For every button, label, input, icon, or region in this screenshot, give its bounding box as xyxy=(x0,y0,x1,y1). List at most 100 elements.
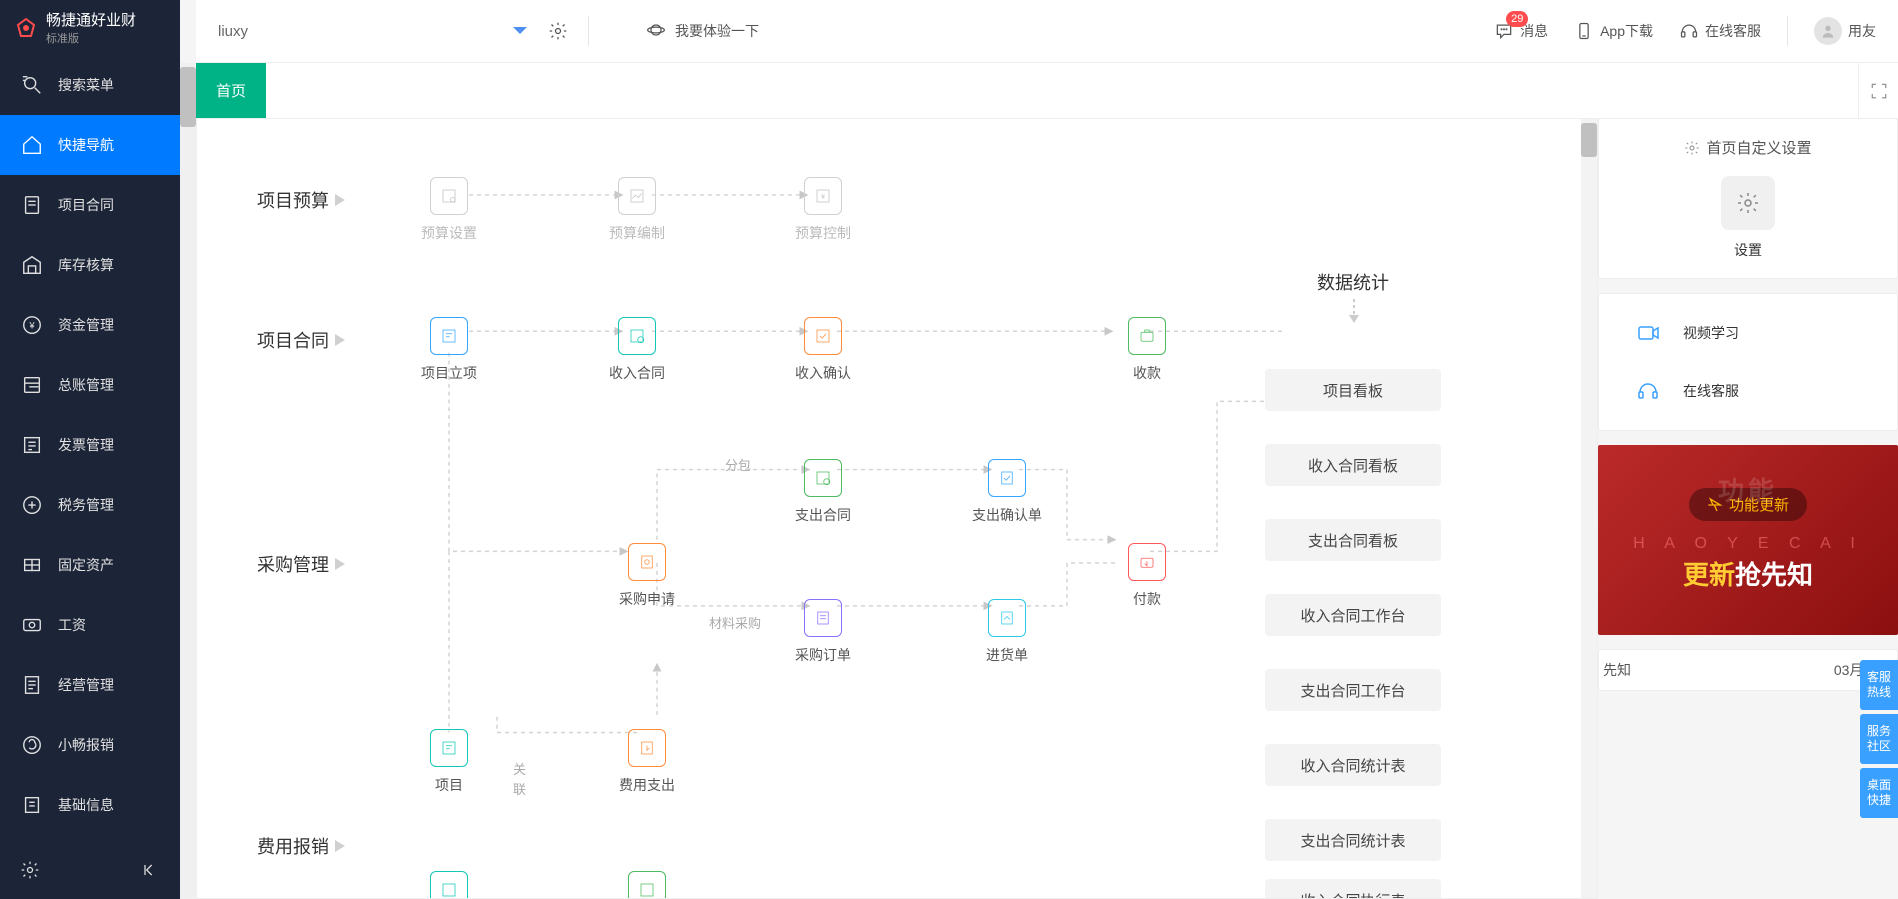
link-video-learning[interactable]: 视频学习 xyxy=(1629,304,1867,362)
link-label: 在线客服 xyxy=(1683,381,1739,401)
biz-icon xyxy=(20,673,44,697)
stat-btn-label: 项目看板 xyxy=(1323,380,1383,401)
settings-label: 设置 xyxy=(1734,240,1762,260)
sidebar-item-fixed-asset[interactable]: 固定资产 xyxy=(0,535,180,595)
download-app-button[interactable]: App下载 xyxy=(1574,21,1653,41)
news-row[interactable]: 先知 03月06日 xyxy=(1598,649,1898,691)
stat-btn-income-contract-board[interactable]: 收入合同看板 xyxy=(1265,444,1441,486)
sidebar-scrollbar[interactable] xyxy=(180,63,196,899)
flow-node-label: 预算设置 xyxy=(421,223,477,243)
triangle-icon xyxy=(335,194,345,206)
stat-btn-income-contract-exec[interactable]: 收入合同执行表 xyxy=(1265,879,1441,898)
sidetag-community[interactable]: 服务社区 xyxy=(1860,714,1898,764)
stat-btn-income-contract-workbench[interactable]: 收入合同工作台 xyxy=(1265,594,1441,636)
flow-node-budget-ctrl[interactable]: ¥预算控制 xyxy=(773,177,873,243)
main-scrollbar[interactable] xyxy=(1581,119,1597,898)
ledger-icon xyxy=(20,373,44,397)
tabs-bar: 首页 xyxy=(196,63,1898,118)
settings-button[interactable] xyxy=(548,21,568,41)
link-online-service[interactable]: 在线客服 xyxy=(1629,362,1867,420)
sidebar-item-tax[interactable]: 税务管理 xyxy=(0,475,180,535)
brand: 畅捷通好业财 标准版 xyxy=(0,0,180,55)
flow-node-purchase-order[interactable]: 采购订单 xyxy=(773,599,873,665)
online-service-label: 在线客服 xyxy=(1705,21,1761,41)
flow-node-purchase-req[interactable]: 采购申请 xyxy=(597,543,697,609)
side-tags: 客服热线 服务社区 桌面快捷 xyxy=(1860,660,1898,818)
flow-node-income-confirm[interactable]: 收入确认 xyxy=(773,317,873,383)
sidebar-item-project-contract[interactable]: 项目合同 xyxy=(0,175,180,235)
search-icon xyxy=(20,73,44,97)
flow-node-budget-set[interactable]: 预算设置 xyxy=(399,177,499,243)
flow-node-project[interactable]: 项目 xyxy=(399,729,499,795)
flow-node-label: 付款 xyxy=(1133,589,1161,609)
user-name: 用友 xyxy=(1848,21,1876,41)
stat-btn-expense-contract-stats[interactable]: 支出合同统计表 xyxy=(1265,819,1441,861)
stat-btn-income-contract-stats[interactable]: 收入合同统计表 xyxy=(1265,744,1441,786)
sidebar-item-operation[interactable]: 经营管理 xyxy=(0,655,180,715)
promo-banner[interactable]: 功能 功能更新 H A O Y E C A I 更新抢先知 xyxy=(1598,445,1898,635)
section-contract-label: 项目合同 xyxy=(257,327,329,353)
flow-node-collect[interactable]: 收款 xyxy=(1097,317,1197,383)
flow-node-partial-2[interactable] xyxy=(597,871,697,898)
sidebar-item-invoice[interactable]: 发票管理 xyxy=(0,415,180,475)
sidebar-item-reimburse[interactable]: 小畅报销 xyxy=(0,715,180,775)
home-icon xyxy=(20,133,44,157)
triangle-icon xyxy=(335,840,345,852)
flow-node-pay[interactable]: 付款 xyxy=(1097,543,1197,609)
sidetag-hotline[interactable]: 客服热线 xyxy=(1860,660,1898,710)
divider xyxy=(1787,16,1788,46)
sidebar-item-label: 库存核算 xyxy=(58,255,114,275)
flow-node-label: 采购申请 xyxy=(619,589,675,609)
flow-node-label: 进货单 xyxy=(986,645,1028,665)
flow-node-budget-make[interactable]: 预算编制 xyxy=(587,177,687,243)
user-menu[interactable]: 用友 xyxy=(1814,17,1876,45)
flow-node-exp-confirm[interactable]: 支出确认单 xyxy=(957,459,1057,525)
stats-title: 数据统计 xyxy=(1317,269,1389,295)
settings-icon[interactable] xyxy=(20,860,40,883)
flow-node-income-contract[interactable]: 收入合同 xyxy=(587,317,687,383)
flow-node-proj-start[interactable]: 项目立项 xyxy=(399,317,499,383)
flow-node-expense-out[interactable]: 费用支出 xyxy=(597,729,697,795)
org-selector[interactable]: liuxy xyxy=(218,23,548,40)
stat-btn-label: 支出合同工作台 xyxy=(1300,680,1405,701)
flow-node-partial-1[interactable] xyxy=(399,871,499,898)
svg-text:¥: ¥ xyxy=(821,193,825,200)
sidebar-item-quick-nav[interactable]: 快捷导航 xyxy=(0,115,180,175)
try-demo-button[interactable]: 我要体验一下 xyxy=(645,20,759,43)
collapse-icon[interactable] xyxy=(140,860,160,883)
sidebar-item-label: 资金管理 xyxy=(58,315,114,335)
org-name: liuxy xyxy=(218,23,248,40)
section-expense-label: 费用报销 xyxy=(257,833,329,859)
right-panel: 首页自定义设置 设置 视频学习 在线客服 功能 功能更新 H A O Y E C… xyxy=(1598,118,1898,899)
sidebar-item-salary[interactable]: 工资 xyxy=(0,595,180,655)
section-contract: 项目合同 xyxy=(257,327,345,353)
stat-btn-expense-contract-workbench[interactable]: 支出合同工作台 xyxy=(1265,669,1441,711)
sidebar-item-ledger[interactable]: 总账管理 xyxy=(0,355,180,415)
flow-node-exp-contract[interactable]: 支出合同 xyxy=(773,459,873,525)
sidebar-item-inventory[interactable]: 库存核算 xyxy=(0,235,180,295)
sidebar-item-search-menu[interactable]: 搜索菜单 xyxy=(0,55,180,115)
sidebar-item-funds[interactable]: ¥资金管理 xyxy=(0,295,180,355)
flow-node-label: 支出确认单 xyxy=(972,505,1042,525)
stat-btn-label: 收入合同工作台 xyxy=(1300,605,1405,626)
news-text: 先知 xyxy=(1603,660,1631,680)
flow-node-goods-in[interactable]: 进货单 xyxy=(957,599,1057,665)
online-service-button[interactable]: 在线客服 xyxy=(1679,21,1761,41)
edge-label-rel-b: 联 xyxy=(513,779,526,798)
brand-subtitle: 标准版 xyxy=(46,30,136,46)
flow-node-label: 费用支出 xyxy=(619,775,675,795)
sidetag-desktop[interactable]: 桌面快捷 xyxy=(1860,768,1898,818)
fullscreen-button[interactable] xyxy=(1858,63,1898,118)
promo-line2a: 更新 xyxy=(1683,560,1735,590)
messages-button[interactable]: 29 消息 xyxy=(1494,21,1548,41)
stat-btn-expense-contract-board[interactable]: 支出合同看板 xyxy=(1265,519,1441,561)
sidebar-nav: 搜索菜单 快捷导航 项目合同 库存核算 ¥资金管理 总账管理 发票管理 税务管理… xyxy=(0,55,180,844)
triangle-icon xyxy=(335,334,345,346)
stat-btn-project-board[interactable]: 项目看板 xyxy=(1265,369,1441,411)
promo-ghost-1: 功能 xyxy=(1718,471,1778,508)
tab-home[interactable]: 首页 xyxy=(196,63,266,118)
sidebar-item-basic-info[interactable]: 基础信息 xyxy=(0,775,180,835)
invoice-icon xyxy=(20,433,44,457)
home-customize-settings-button[interactable]: 设置 xyxy=(1617,176,1879,260)
promo-line2: 更新抢先知 xyxy=(1683,555,1813,592)
